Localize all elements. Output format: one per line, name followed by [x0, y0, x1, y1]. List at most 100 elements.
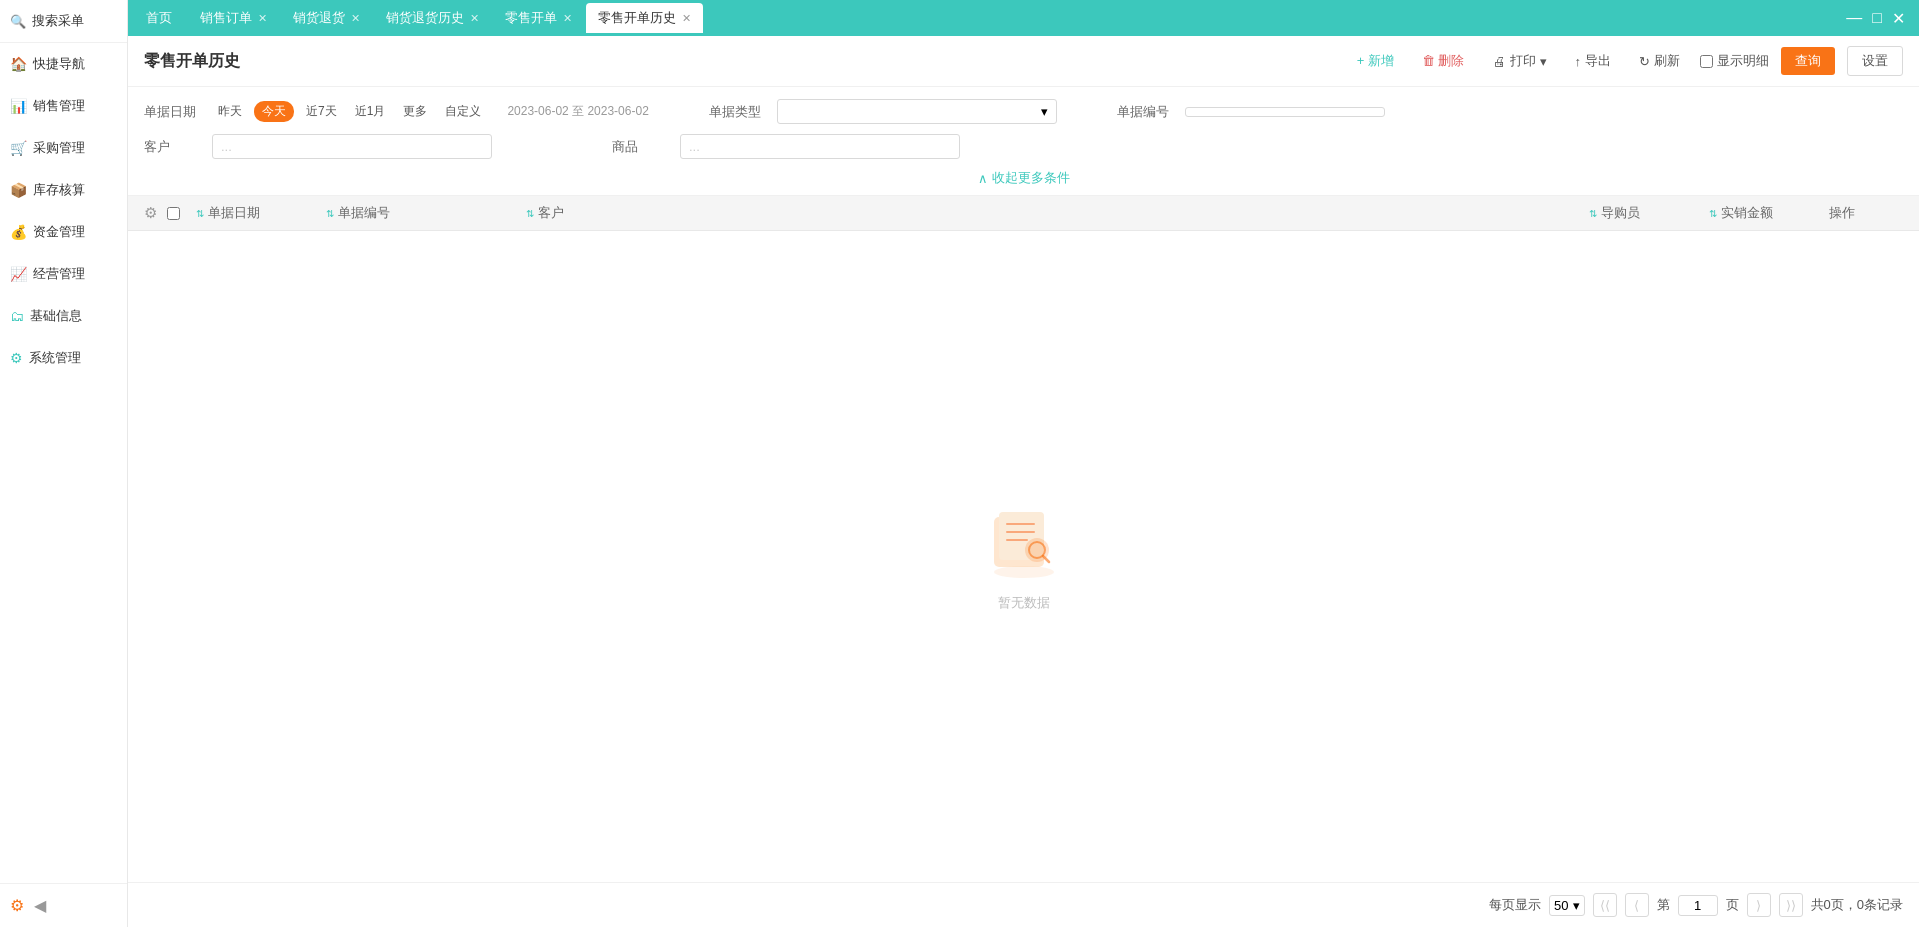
- delete-button[interactable]: 🗑 删除: [1414, 48, 1473, 74]
- empty-state: 暂无数据: [979, 502, 1069, 612]
- inventory-icon: 📦: [10, 182, 27, 198]
- first-page-btn[interactable]: ⟨⟨: [1593, 893, 1617, 917]
- sidebar-item-label: 销售管理: [33, 97, 85, 115]
- query-button[interactable]: 查询: [1781, 47, 1835, 75]
- footer-settings-icon[interactable]: ⚙: [10, 896, 24, 915]
- sidebar-item-purchase-mgmt[interactable]: 🛒 采购管理: [0, 127, 127, 169]
- show-detail-checkbox[interactable]: [1700, 55, 1713, 68]
- per-page-arrow: ▾: [1573, 898, 1580, 913]
- filter-area: 单据日期 昨天 今天 近7天 近1月 更多 自定义 2023-06-02 至 2…: [128, 87, 1919, 196]
- sidebar-search-label: 搜索采单: [32, 12, 84, 30]
- show-detail-label: 显示明细: [1717, 52, 1769, 70]
- th-date[interactable]: ⇅ 单据日期: [190, 196, 320, 230]
- sidebar-item-basic-info[interactable]: 🗂 基础信息: [0, 295, 127, 337]
- sidebar-search[interactable]: 🔍 搜索采单: [0, 0, 127, 43]
- date-btn-custom[interactable]: 自定义: [439, 101, 487, 122]
- setting-button[interactable]: 设置: [1847, 46, 1903, 76]
- date-btn-7days[interactable]: 近7天: [300, 101, 343, 122]
- goods-filter-input[interactable]: ...: [680, 134, 960, 159]
- tab-sales-return-close[interactable]: ✕: [351, 12, 360, 25]
- page-input[interactable]: [1678, 895, 1718, 916]
- sidebar-item-inventory[interactable]: 📦 库存核算: [0, 169, 127, 211]
- tab-sales-order[interactable]: 销售订单 ✕: [188, 3, 279, 33]
- date-btn-today[interactable]: 今天: [254, 101, 294, 122]
- no-filter: 单据编号: [1117, 103, 1385, 121]
- no-filter-input[interactable]: [1185, 107, 1385, 117]
- footer-collapse-icon[interactable]: ◀: [34, 896, 46, 915]
- date-btn-yesterday[interactable]: 昨天: [212, 101, 248, 122]
- tab-home[interactable]: 首页: [132, 3, 186, 33]
- minimize-icon[interactable]: —: [1846, 9, 1862, 27]
- type-filter-arrow: ▾: [1041, 104, 1048, 119]
- content-area: 零售开单历史 + 新增 🗑 删除 🖨 打印 ▾ ↑ 导出 ↻ 刷新: [128, 36, 1919, 927]
- maximize-icon[interactable]: □: [1872, 9, 1882, 27]
- print-icon: 🖨: [1493, 54, 1506, 69]
- page-suffix: 页: [1726, 896, 1739, 914]
- table-header: ⚙ ⇅ 单据日期 ⇅ 单据编号 ⇅ 客户 ⇅ 导购员: [128, 196, 1919, 231]
- refresh-button[interactable]: ↻ 刷新: [1631, 48, 1688, 74]
- collapse-text: 收起更多条件: [992, 169, 1070, 187]
- tab-retail-open-history-label: 零售开单历史: [598, 9, 676, 27]
- tab-sales-return-history[interactable]: 销货退货历史 ✕: [374, 3, 491, 33]
- show-detail-checkbox-label[interactable]: 显示明细: [1700, 52, 1769, 70]
- quick-nav-icon: 🏠: [10, 56, 27, 72]
- table-settings-icon[interactable]: ⚙: [144, 204, 157, 222]
- print-button[interactable]: 🖨 打印 ▾: [1485, 48, 1555, 74]
- tab-retail-open-label: 零售开单: [505, 9, 557, 27]
- export-icon: ↑: [1575, 54, 1582, 69]
- goods-filter-label: 商品: [612, 138, 672, 156]
- sort-icon-no: ⇅: [326, 208, 334, 219]
- sidebar-item-operations[interactable]: 📈 经营管理: [0, 253, 127, 295]
- last-page-btn[interactable]: ⟩⟩: [1779, 893, 1803, 917]
- date-filter-label: 单据日期: [144, 103, 204, 121]
- operations-icon: 📈: [10, 266, 27, 282]
- tab-sales-return-label: 销货退货: [293, 9, 345, 27]
- date-shortcuts: 昨天 今天 近7天 近1月 更多 自定义: [212, 101, 487, 122]
- tab-sales-order-close[interactable]: ✕: [258, 12, 267, 25]
- th-no[interactable]: ⇅ 单据编号: [320, 196, 520, 230]
- add-button[interactable]: + 新增: [1349, 48, 1402, 74]
- customer-filter-input[interactable]: ...: [212, 134, 492, 159]
- th-customer-label: 客户: [538, 204, 564, 222]
- th-no-label: 单据编号: [338, 204, 390, 222]
- filter-row-2: 客户 ... 商品 ...: [144, 134, 1903, 159]
- collapse-button[interactable]: ∧ 收起更多条件: [144, 169, 1903, 187]
- next-page-btn[interactable]: ⟩: [1747, 893, 1771, 917]
- tab-retail-open-history[interactable]: 零售开单历史 ✕: [586, 3, 703, 33]
- tab-retail-open-close[interactable]: ✕: [563, 12, 572, 25]
- th-guide[interactable]: ⇅ 导购员: [1583, 196, 1703, 230]
- th-ops-label: 操作: [1829, 204, 1855, 222]
- date-btn-1month[interactable]: 近1月: [349, 101, 392, 122]
- refresh-icon: ↻: [1639, 54, 1650, 69]
- date-btn-more[interactable]: 更多: [397, 101, 433, 122]
- export-button[interactable]: ↑ 导出: [1567, 48, 1620, 74]
- sidebar-item-quick-nav[interactable]: 🏠 快捷导航: [0, 43, 127, 85]
- tab-retail-open[interactable]: 零售开单 ✕: [493, 3, 584, 33]
- sidebar-item-sales-mgmt[interactable]: 📊 销售管理: [0, 85, 127, 127]
- sidebar-item-label: 系统管理: [29, 349, 81, 367]
- tab-sales-return-history-close[interactable]: ✕: [470, 12, 479, 25]
- customer-filter: 客户 ...: [144, 134, 492, 159]
- th-date-label: 单据日期: [208, 204, 260, 222]
- sidebar-item-label: 采购管理: [33, 139, 85, 157]
- main-area: 首页 销售订单 ✕ 销货退货 ✕ 销货退货历史 ✕ 零售开单 ✕ 零售开单历史 …: [128, 0, 1919, 927]
- sidebar-item-system-mgmt[interactable]: ⚙ 系统管理: [0, 337, 127, 379]
- th-amount[interactable]: ⇅ 实销金额: [1703, 196, 1823, 230]
- sidebar-item-label: 经营管理: [33, 265, 85, 283]
- window-close-icon[interactable]: ✕: [1892, 9, 1905, 28]
- table-select-all-checkbox[interactable]: [167, 207, 180, 220]
- tab-sales-order-label: 销售订单: [200, 9, 252, 27]
- type-filter-label: 单据类型: [709, 103, 769, 121]
- tab-sales-return[interactable]: 销货退货 ✕: [281, 3, 372, 33]
- type-filter-select[interactable]: ▾: [777, 99, 1057, 124]
- basic-info-icon: 🗂: [10, 308, 24, 324]
- sort-icon-amount: ⇅: [1709, 208, 1717, 219]
- th-customer[interactable]: ⇅ 客户: [520, 196, 1583, 230]
- refresh-label: 刷新: [1654, 52, 1680, 70]
- prev-page-btn[interactable]: ⟨: [1625, 893, 1649, 917]
- toolbar: + 新增 🗑 删除 🖨 打印 ▾ ↑ 导出 ↻ 刷新 显示明细: [1349, 46, 1903, 76]
- per-page-select[interactable]: 50 ▾: [1549, 895, 1584, 916]
- sidebar-item-finance[interactable]: 💰 资金管理: [0, 211, 127, 253]
- per-page-label: 每页显示: [1489, 896, 1541, 914]
- tab-retail-open-history-close[interactable]: ✕: [682, 12, 691, 25]
